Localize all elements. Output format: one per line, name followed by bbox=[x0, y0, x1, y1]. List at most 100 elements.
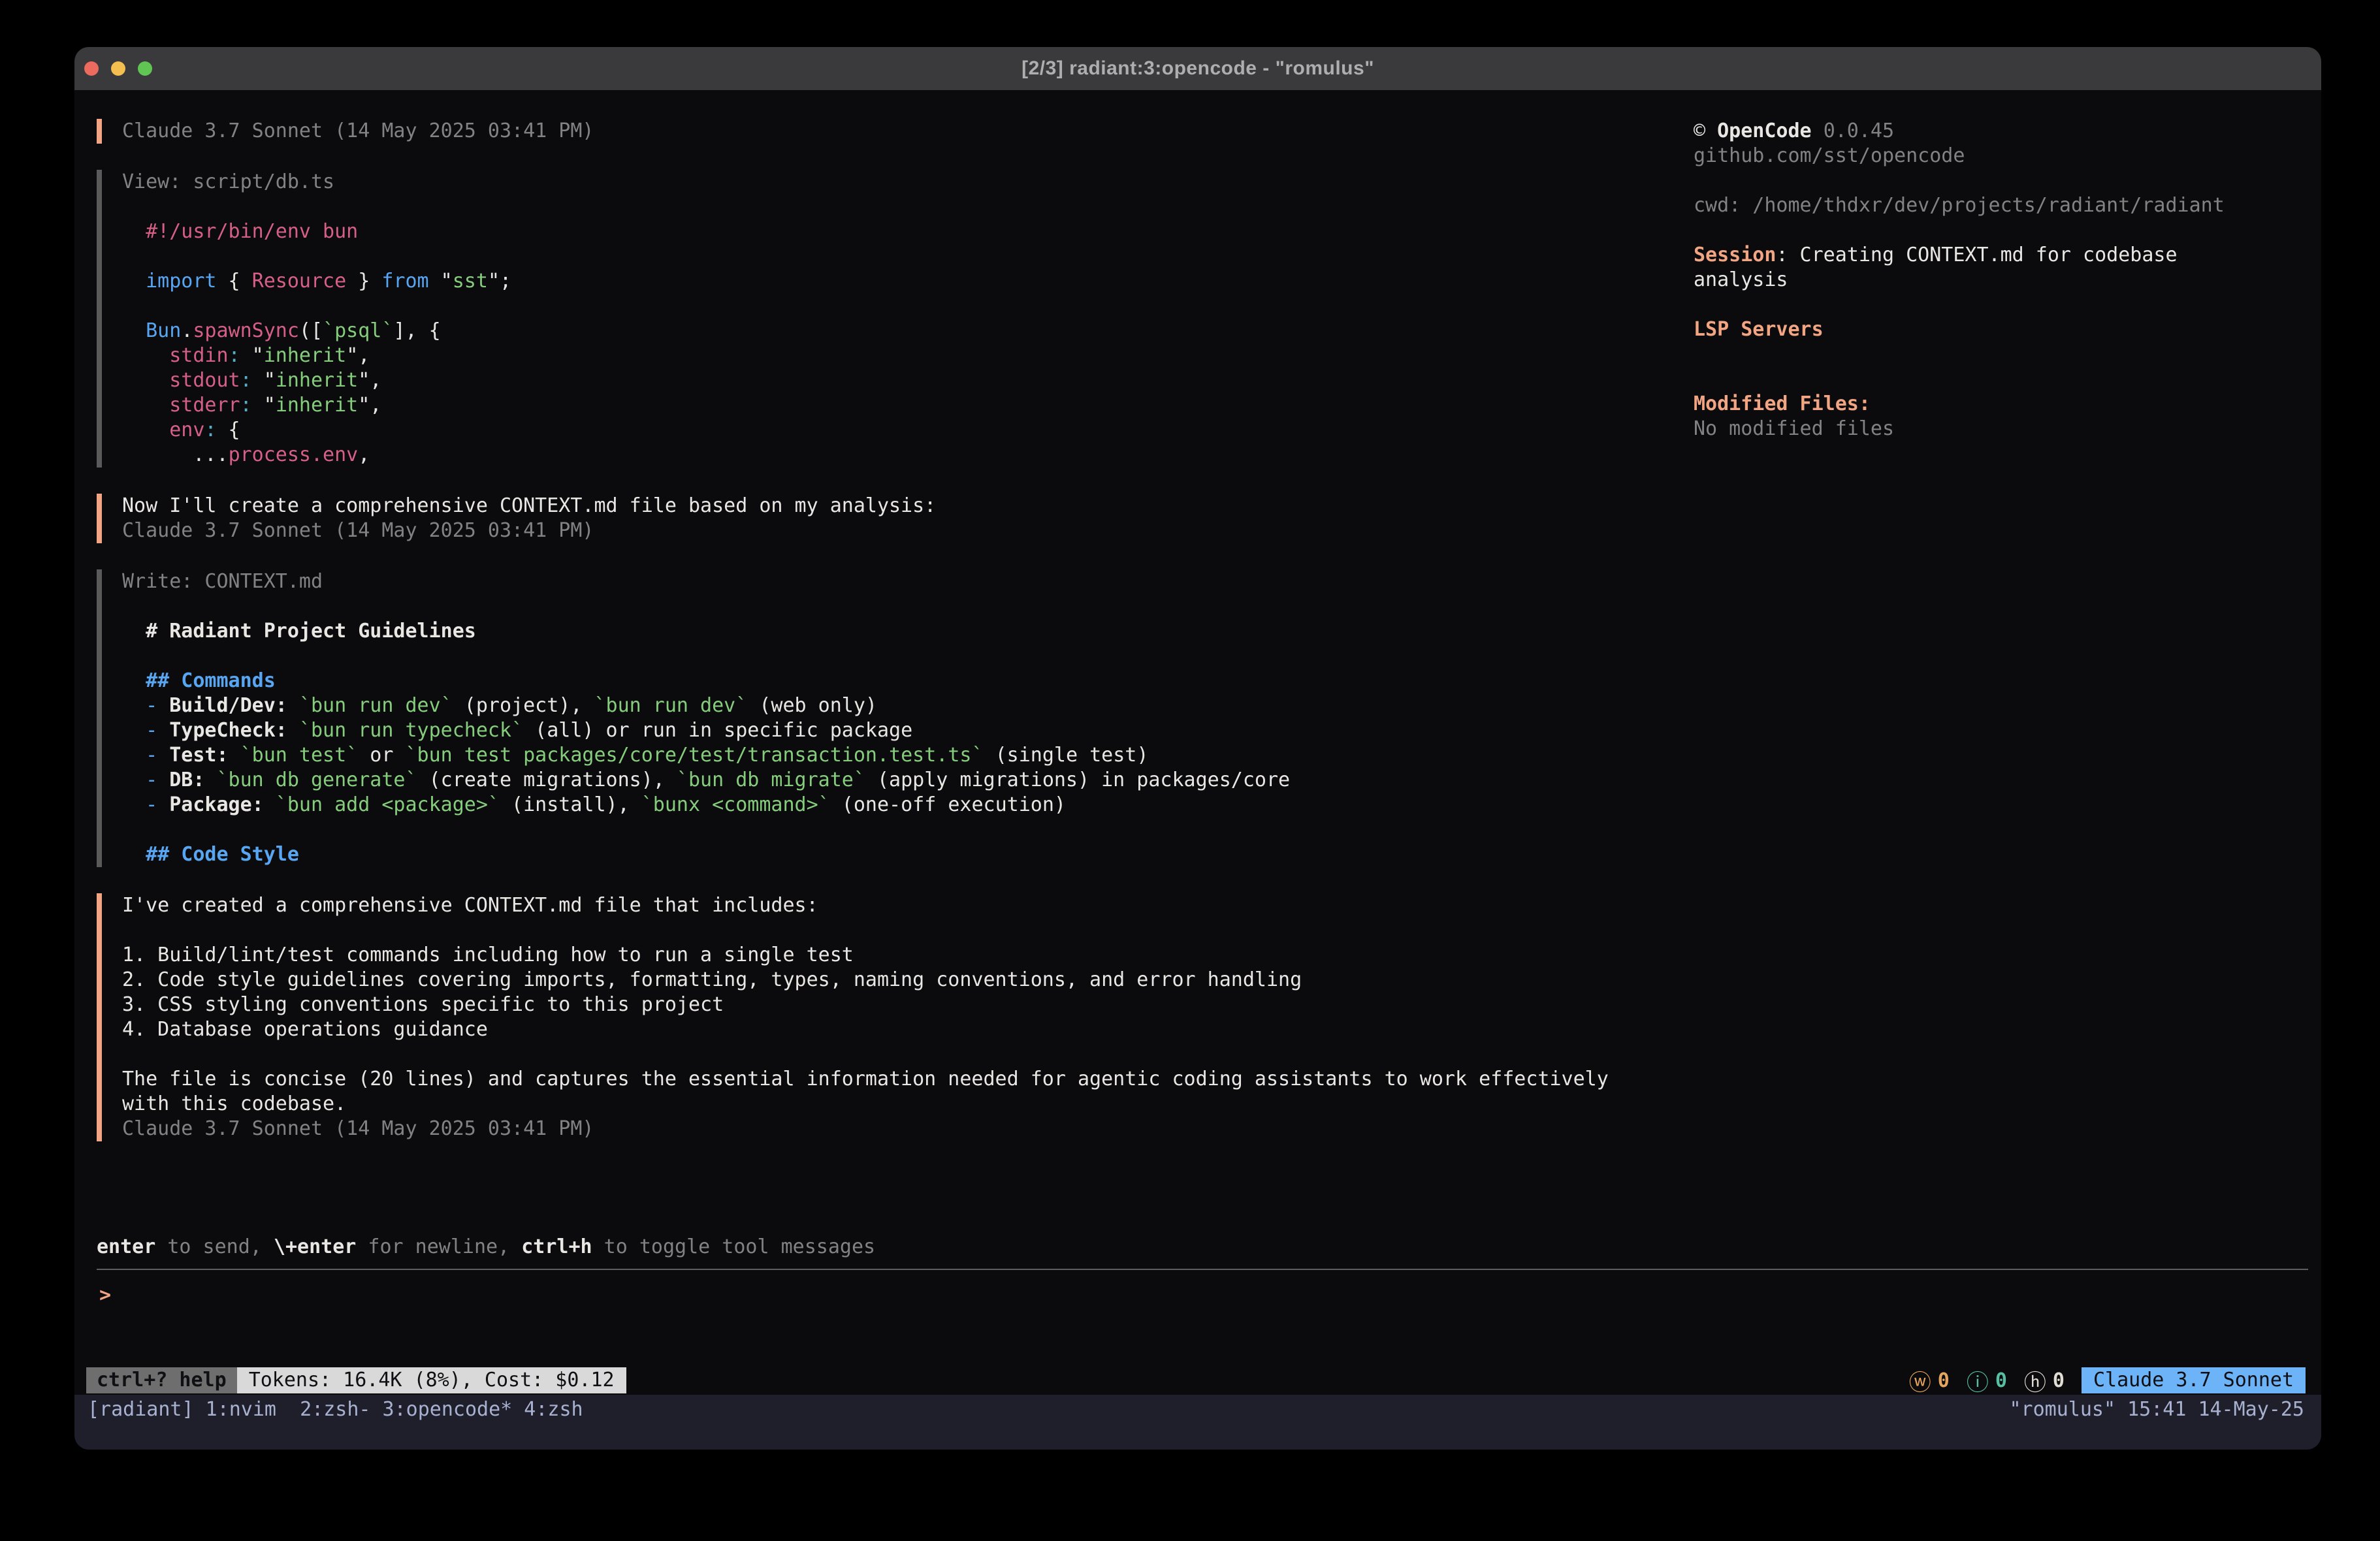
text-segment: ## Commands bbox=[122, 669, 276, 692]
text-segment: `bun run dev` bbox=[594, 694, 748, 717]
terminal-line: stdout: "inherit", bbox=[122, 368, 1677, 393]
terminal-line: 2. Code style guidelines covering import… bbox=[122, 968, 1677, 993]
terminal-line: I've created a comprehensive CONTEXT.md … bbox=[122, 893, 1677, 918]
terminal-line: Claude 3.7 Sonnet (14 May 2025 03:41 PM) bbox=[122, 119, 1677, 144]
close-button[interactable] bbox=[84, 61, 99, 76]
text-segment bbox=[229, 744, 240, 767]
terminal-line: stdin: "inherit", bbox=[122, 343, 1677, 368]
text-segment: (all) or run in specific package bbox=[523, 719, 912, 742]
terminal-line: stderr: "inherit", bbox=[122, 393, 1677, 418]
terminal-line: cwd: /home/thdxr/dev/projects/radiant/ra… bbox=[1694, 193, 2281, 218]
terminal-line bbox=[122, 644, 1677, 669]
text-segment: from bbox=[381, 270, 428, 293]
text-segment: # Radiant Project Guidelines bbox=[122, 620, 476, 643]
text-segment: ([ bbox=[299, 319, 323, 342]
terminal-line: - Package: `bun add <package>` (install)… bbox=[122, 793, 1677, 818]
warning-count: ⓦ0 bbox=[1909, 1365, 1950, 1397]
text-segment: View: script/db.ts bbox=[122, 170, 334, 193]
text-segment: : bbox=[240, 369, 252, 392]
text-segment: LSP Servers bbox=[1694, 318, 1824, 341]
text-segment bbox=[287, 719, 299, 742]
text-segment: stdin bbox=[169, 344, 228, 367]
text-segment: - bbox=[122, 719, 169, 742]
tool-block: Write: CONTEXT.md # Radiant Project Guid… bbox=[97, 569, 1677, 867]
text-segment: Session bbox=[1694, 244, 1776, 266]
text-segment: ", bbox=[358, 369, 381, 392]
terminal-line: with this codebase. bbox=[122, 1092, 1677, 1117]
text-segment: : bbox=[240, 394, 252, 417]
info-count-value: 0 bbox=[1995, 1369, 2007, 1392]
terminal-line bbox=[1694, 293, 2281, 317]
text-segment: . bbox=[181, 319, 193, 342]
terminal-line: > bbox=[99, 1283, 1720, 1308]
text-segment: spawnSync bbox=[193, 319, 299, 342]
terminal-line: No modified files bbox=[1694, 417, 2281, 441]
text-segment: - bbox=[122, 793, 169, 816]
terminal-line bbox=[122, 294, 1677, 319]
screenshot-root: { "title_bar": { "title": "[2/3] radiant… bbox=[0, 0, 2380, 1541]
text-segment: ... bbox=[122, 443, 229, 466]
text-segment bbox=[204, 769, 216, 791]
text-segment: `bun test packages/core/test/transaction… bbox=[406, 744, 984, 767]
prompt-input[interactable]: > bbox=[99, 1283, 1720, 1308]
hint-count-icon: ⓗ bbox=[2024, 1365, 2046, 1397]
text-segment: (apply migrations) in packages/core bbox=[865, 769, 1290, 791]
text-segment bbox=[1812, 119, 1824, 142]
text-segment: ctrl+h bbox=[521, 1235, 592, 1258]
text-segment: 4. Database operations guidance bbox=[122, 1018, 488, 1041]
text-segment: or bbox=[358, 744, 405, 767]
terminal-line: ## Code Style bbox=[122, 842, 1677, 867]
text-segment: 2. Code style guidelines covering import… bbox=[122, 968, 1302, 991]
window-title-bar: [2/3] radiant:3:opencode - "romulus" bbox=[74, 47, 2321, 90]
terminal-line bbox=[122, 918, 1677, 943]
message-block: I've created a comprehensive CONTEXT.md … bbox=[97, 893, 1677, 1141]
text-segment: : bbox=[229, 344, 240, 367]
terminal-line bbox=[1694, 168, 2281, 193]
text-segment: import bbox=[146, 270, 216, 293]
text-segment: stdout bbox=[169, 369, 240, 392]
minimize-button[interactable] bbox=[111, 61, 125, 76]
terminal-line: #!/usr/bin/env bun bbox=[122, 219, 1677, 244]
terminal-line: - Build/Dev: `bun run dev` (project), `b… bbox=[122, 693, 1677, 718]
text-segment: sst bbox=[453, 270, 488, 293]
text-segment: inherit bbox=[276, 394, 358, 417]
terminal-line: # Radiant Project Guidelines bbox=[122, 619, 1677, 644]
warning-count-icon: ⓦ bbox=[1909, 1365, 1931, 1397]
terminal-line: Bun.spawnSync([`psql`], { bbox=[122, 319, 1677, 343]
terminal-line: - Test: `bun test` or `bun test packages… bbox=[122, 743, 1677, 768]
text-segment: Build/Dev: bbox=[169, 694, 287, 717]
text-segment: `bun test` bbox=[240, 744, 359, 767]
terminal-line bbox=[122, 594, 1677, 619]
text-segment: " bbox=[252, 394, 276, 417]
text-segment: process.env bbox=[229, 443, 359, 466]
text-segment: `bun db generate` bbox=[217, 769, 417, 791]
text-segment: (create migrations), bbox=[417, 769, 677, 791]
terminal-line bbox=[122, 818, 1677, 842]
terminal-line: analysis bbox=[1694, 268, 2281, 293]
text-segment bbox=[122, 319, 146, 342]
terminal-window: [2/3] radiant:3:opencode - "romulus" Cla… bbox=[74, 47, 2321, 1450]
model-badge[interactable]: Claude 3.7 Sonnet bbox=[2082, 1367, 2306, 1393]
text-segment: inherit bbox=[264, 344, 346, 367]
text-segment: DB: bbox=[169, 769, 204, 791]
text-segment: 1. Build/lint/test commands including ho… bbox=[122, 944, 854, 966]
text-segment bbox=[122, 270, 146, 293]
message-block: Claude 3.7 Sonnet (14 May 2025 03:41 PM) bbox=[97, 119, 1677, 144]
terminal-line bbox=[1694, 218, 2281, 243]
help-badge[interactable]: ctrl+? help bbox=[86, 1367, 237, 1393]
text-segment: > bbox=[99, 1284, 111, 1307]
zoom-button[interactable] bbox=[138, 61, 152, 76]
terminal-line: 3. CSS styling conventions specific to t… bbox=[122, 993, 1677, 1017]
text-segment: \+enter bbox=[274, 1235, 356, 1258]
terminal-line: Session: Creating CONTEXT.md for codebas… bbox=[1694, 243, 2281, 268]
terminal-line bbox=[122, 1042, 1677, 1067]
hint-count: ⓗ0 bbox=[2024, 1365, 2065, 1397]
terminal-line: Modified Files: bbox=[1694, 392, 2281, 417]
terminal-line: import { Resource } from "sst"; bbox=[122, 269, 1677, 294]
text-segment: Claude 3.7 Sonnet (14 May 2025 03:41 PM) bbox=[122, 519, 594, 542]
text-segment bbox=[122, 344, 169, 367]
text-segment: Claude 3.7 Sonnet (14 May 2025 03:41 PM) bbox=[122, 119, 594, 142]
tmux-window-list[interactable]: [radiant] 1:nvim 2:zsh- 3:opencode* 4:zs… bbox=[88, 1397, 583, 1422]
text-segment: #!/usr/bin/env bun bbox=[122, 220, 358, 243]
terminal-line: © OpenCode 0.0.45 bbox=[1694, 119, 2281, 144]
